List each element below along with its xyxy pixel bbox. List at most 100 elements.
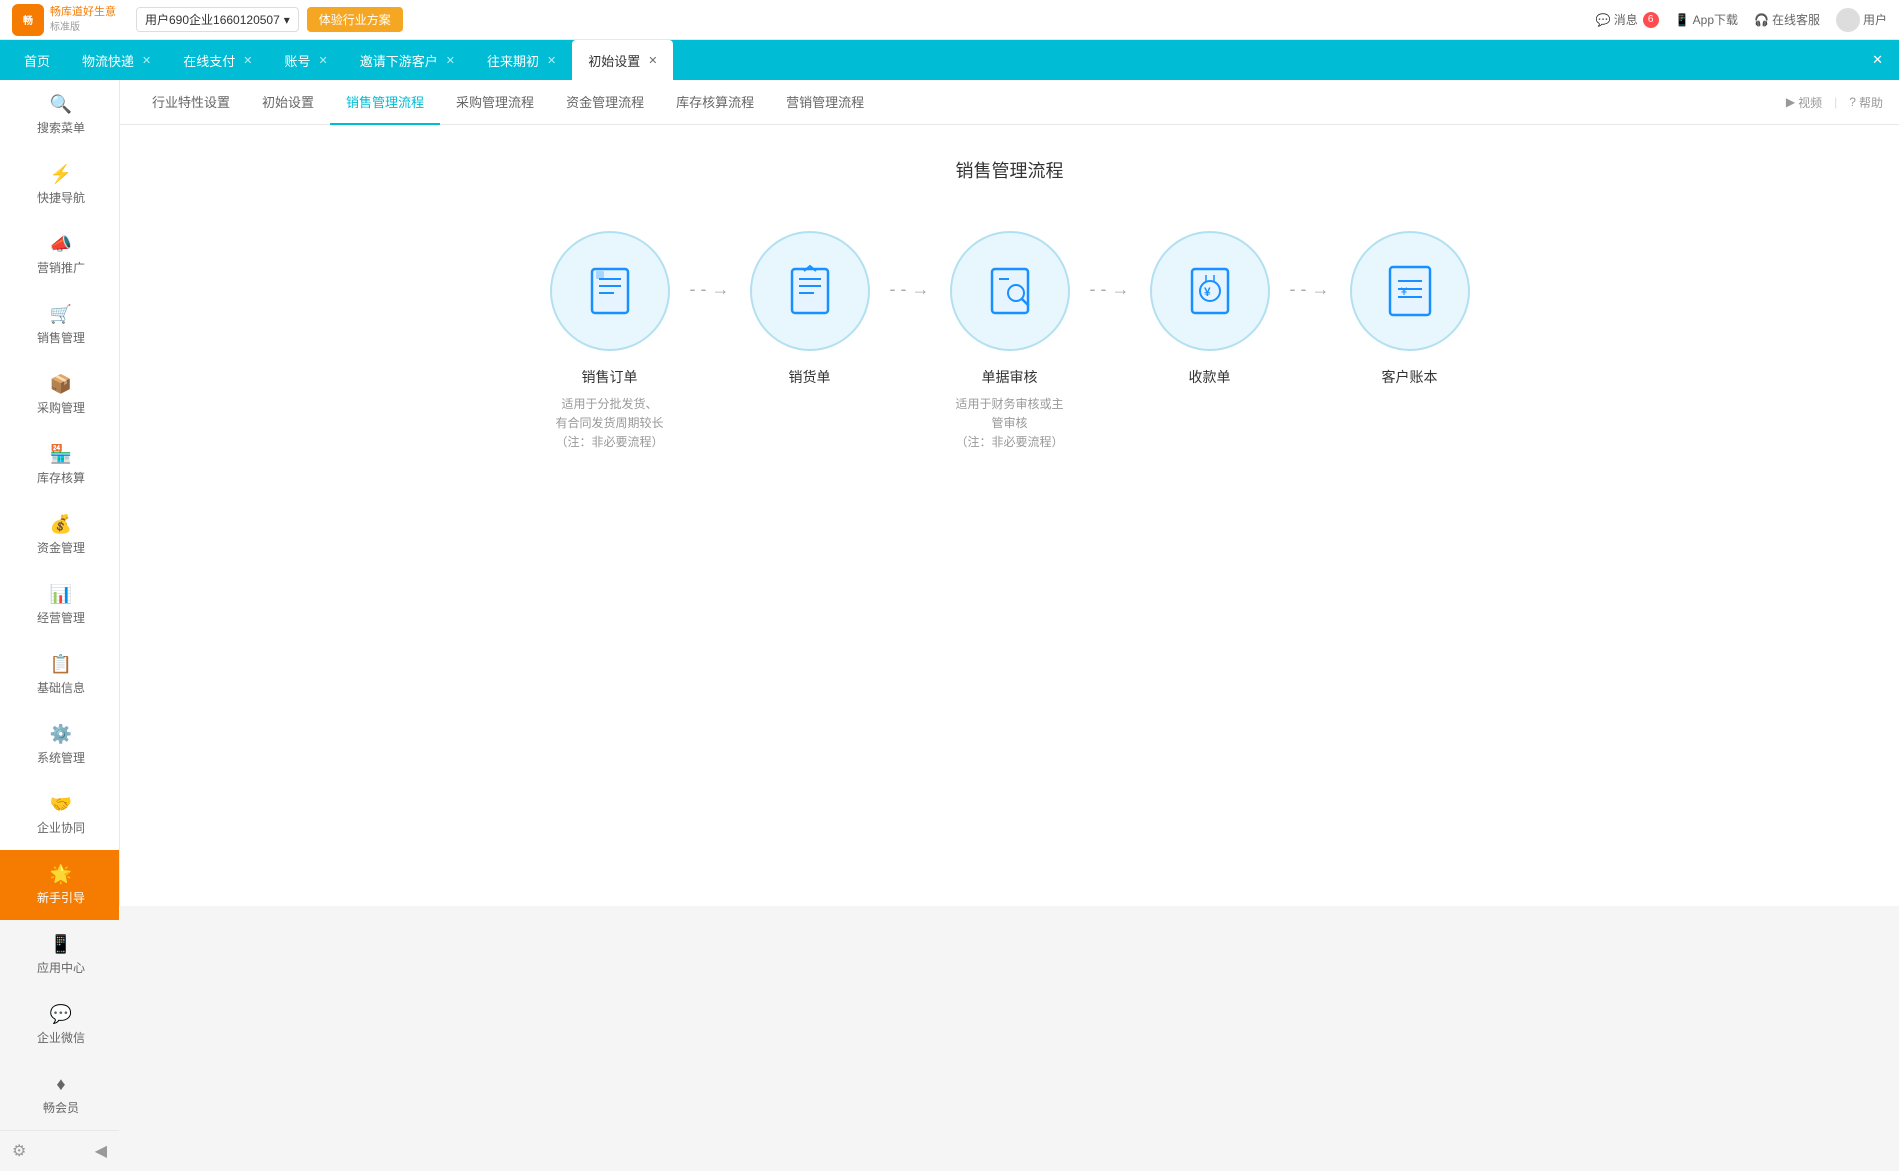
online-service-link[interactable]: 🎧 在线客服 [1754,11,1820,28]
app-download-link[interactable]: 📱 App下载 [1675,11,1738,28]
sales-invoice-icon [782,263,838,319]
flow-arrow-2: - - → [890,231,930,300]
sidebar-item-basic[interactable]: 📋 基础信息 [0,640,119,710]
nav-tab-payment-label: 在线支付 [183,51,235,70]
nav-tab-history[interactable]: 往来期初 ✕ [471,40,572,80]
username-label: 用户 [1863,11,1887,28]
video-label: 视频 [1798,94,1822,111]
enterprise-coop-icon: 🤝 [50,794,72,815]
flow-circle-sales-order [550,231,670,351]
sidebar-item-system[interactable]: ⚙️ 系统管理 [0,710,119,780]
sub-tab-initial[interactable]: 初始设置 [246,80,330,125]
sidebar-item-enterprise-wechat-label: 企业微信 [37,1029,85,1046]
sub-tab-marketing-flow-label: 营销管理流程 [786,95,864,110]
user-avatar-area[interactable]: 用户 [1836,8,1887,32]
sidebar-item-inventory-label: 库存核算 [37,469,85,486]
flow-circle-sales-invoice [750,231,870,351]
nav-tab-init[interactable]: 初始设置 ✕ [572,40,673,80]
sidebar-item-app-center[interactable]: 📱 应用中心 [0,920,119,990]
sidebar-item-search[interactable]: 🔍 搜索菜单 [0,80,119,150]
sidebar-item-sales-label: 销售管理 [37,329,85,346]
flow-circle-audit [950,231,1070,351]
sidebar-item-sales[interactable]: 🛒 销售管理 [0,290,119,360]
video-icon: ▶ [1786,95,1795,109]
sub-tab-sales-flow-label: 销售管理流程 [346,95,424,110]
nav-close-all-button[interactable]: ✕ [1864,52,1891,68]
flow-item-sales-invoice: 销货单 [730,231,890,395]
nav-tab-home[interactable]: 首页 [8,40,66,80]
sub-tab-industry-label: 行业特性设置 [152,95,230,110]
nav-tab-history-label: 往来期初 [487,51,539,70]
newbie-icon: 🌟 [50,864,72,885]
receipt-icon: ¥ [1182,263,1238,319]
nav-tab-invite[interactable]: 邀请下游客户 ✕ [344,40,471,80]
video-help-link[interactable]: ▶ 视频 [1786,94,1822,111]
flow-label-receipt: 收款单 [1189,367,1231,387]
sub-tab-marketing-flow[interactable]: 营销管理流程 [770,80,880,125]
sidebar: 🔍 搜索菜单 ⚡ 快捷导航 📣 营销推广 🛒 销售管理 📦 采购管理 🏪 库存核… [0,80,120,906]
quick-icon: ⚡ [50,164,72,185]
user-selector[interactable]: 用户690企业1660120507 ▾ [136,7,299,32]
message-badge: 6 [1643,12,1659,28]
nav-tab-payment[interactable]: 在线支付 ✕ [167,40,268,80]
sidebar-item-marketing-promo[interactable]: 📣 营销推广 [0,220,119,290]
sidebar-settings-icon[interactable]: ⚙ [12,1141,26,1161]
enterprise-wechat-icon: 💬 [50,1004,72,1025]
sub-tab-purchase-flow[interactable]: 采购管理流程 [440,80,550,125]
sidebar-item-enterprise-wechat[interactable]: 💬 企业微信 [0,990,119,1060]
sidebar-item-enterprise-coop[interactable]: 🤝 企业协同 [0,780,119,850]
experience-button[interactable]: 体验行业方案 [307,7,403,32]
sub-tab-inventory-flow[interactable]: 库存核算流程 [660,80,770,125]
sales-order-icon [582,263,638,319]
user-label: 用户690企业1660120507 [145,11,280,28]
sidebar-item-newbie[interactable]: 🌟 新手引导 [0,850,119,920]
basic-icon: 📋 [50,654,72,675]
flow-desc-sales-order: 适用于分批发货、有合同发货周期较长（注：非必要流程） [555,395,663,453]
sidebar-item-operations[interactable]: 📊 经营管理 [0,570,119,640]
marketing-promo-icon: 📣 [50,234,72,255]
nav-tab-init-close[interactable]: ✕ [648,54,657,67]
nav-tab-home-label: 首页 [24,51,50,70]
sidebar-item-finance[interactable]: 💰 资金管理 [0,500,119,570]
sidebar-item-enterprise-coop-label: 企业协同 [37,819,85,836]
message-link[interactable]: 💬 消息 6 [1596,11,1659,28]
flow-circle-customer-ledger: ¥ [1350,231,1470,351]
nav-tab-account-close[interactable]: ✕ [319,54,328,67]
page-title: 销售管理流程 [120,125,1899,231]
nav-tab-history-close[interactable]: ✕ [547,54,556,67]
nav-tab-logistics[interactable]: 物流快递 ✕ [66,40,167,80]
help-link[interactable]: ? 帮助 [1849,94,1883,111]
flow-item-customer-ledger: ¥ 客户账本 [1330,231,1490,395]
flow-label-audit: 单据审核 [982,367,1038,387]
sidebar-item-marketing-promo-label: 营销推广 [37,259,85,276]
sidebar-item-operations-label: 经营管理 [37,609,85,626]
sub-tab-finance-flow[interactable]: 资金管理流程 [550,80,660,125]
nav-tab-invite-close[interactable]: ✕ [446,54,455,67]
system-icon: ⚙️ [50,724,72,745]
sidebar-item-quick[interactable]: ⚡ 快捷导航 [0,150,119,220]
sidebar-item-vip[interactable]: ♦ 畅会员 [0,1060,119,1130]
flow-desc-audit: 适用于财务审核或主管审核（注：非必要流程） [955,395,1063,453]
nav-tab-payment-close[interactable]: ✕ [243,54,252,67]
nav-tab-logistics-close[interactable]: ✕ [142,54,151,67]
sidebar-item-inventory[interactable]: 🏪 库存核算 [0,430,119,500]
brand-name: 畅库道好生意标准版 [50,5,116,34]
sub-tab-industry[interactable]: 行业特性设置 [136,80,246,125]
sidebar-item-purchase[interactable]: 📦 采购管理 [0,360,119,430]
online-service-label: 在线客服 [1772,11,1820,28]
sales-icon: 🛒 [50,304,72,325]
sub-tabs-right: ▶ 视频 | ? 帮助 [1786,94,1883,111]
flow-arrow-3: - - → [1090,231,1130,300]
top-bar-right: 💬 消息 6 📱 App下载 🎧 在线客服 用户 [1596,8,1887,32]
sidebar-collapse-icon[interactable]: ◀ [95,1141,107,1161]
nav-tab-account[interactable]: 账号 ✕ [268,40,343,80]
app-center-icon: 📱 [50,934,72,955]
sidebar-bottom: ⚙ ◀ [0,1130,119,1171]
sidebar-item-vip-label: 畅会员 [43,1099,79,1116]
dropdown-icon: ▾ [284,13,290,27]
top-bar: 畅 畅库道好生意标准版 用户690企业1660120507 ▾ 体验行业方案 💬… [0,0,1899,40]
sidebar-item-search-label: 搜索菜单 [37,119,85,136]
sub-tab-sales-flow[interactable]: 销售管理流程 [330,80,440,125]
help-icon: ? [1849,95,1856,109]
sidebar-item-app-center-label: 应用中心 [37,959,85,976]
